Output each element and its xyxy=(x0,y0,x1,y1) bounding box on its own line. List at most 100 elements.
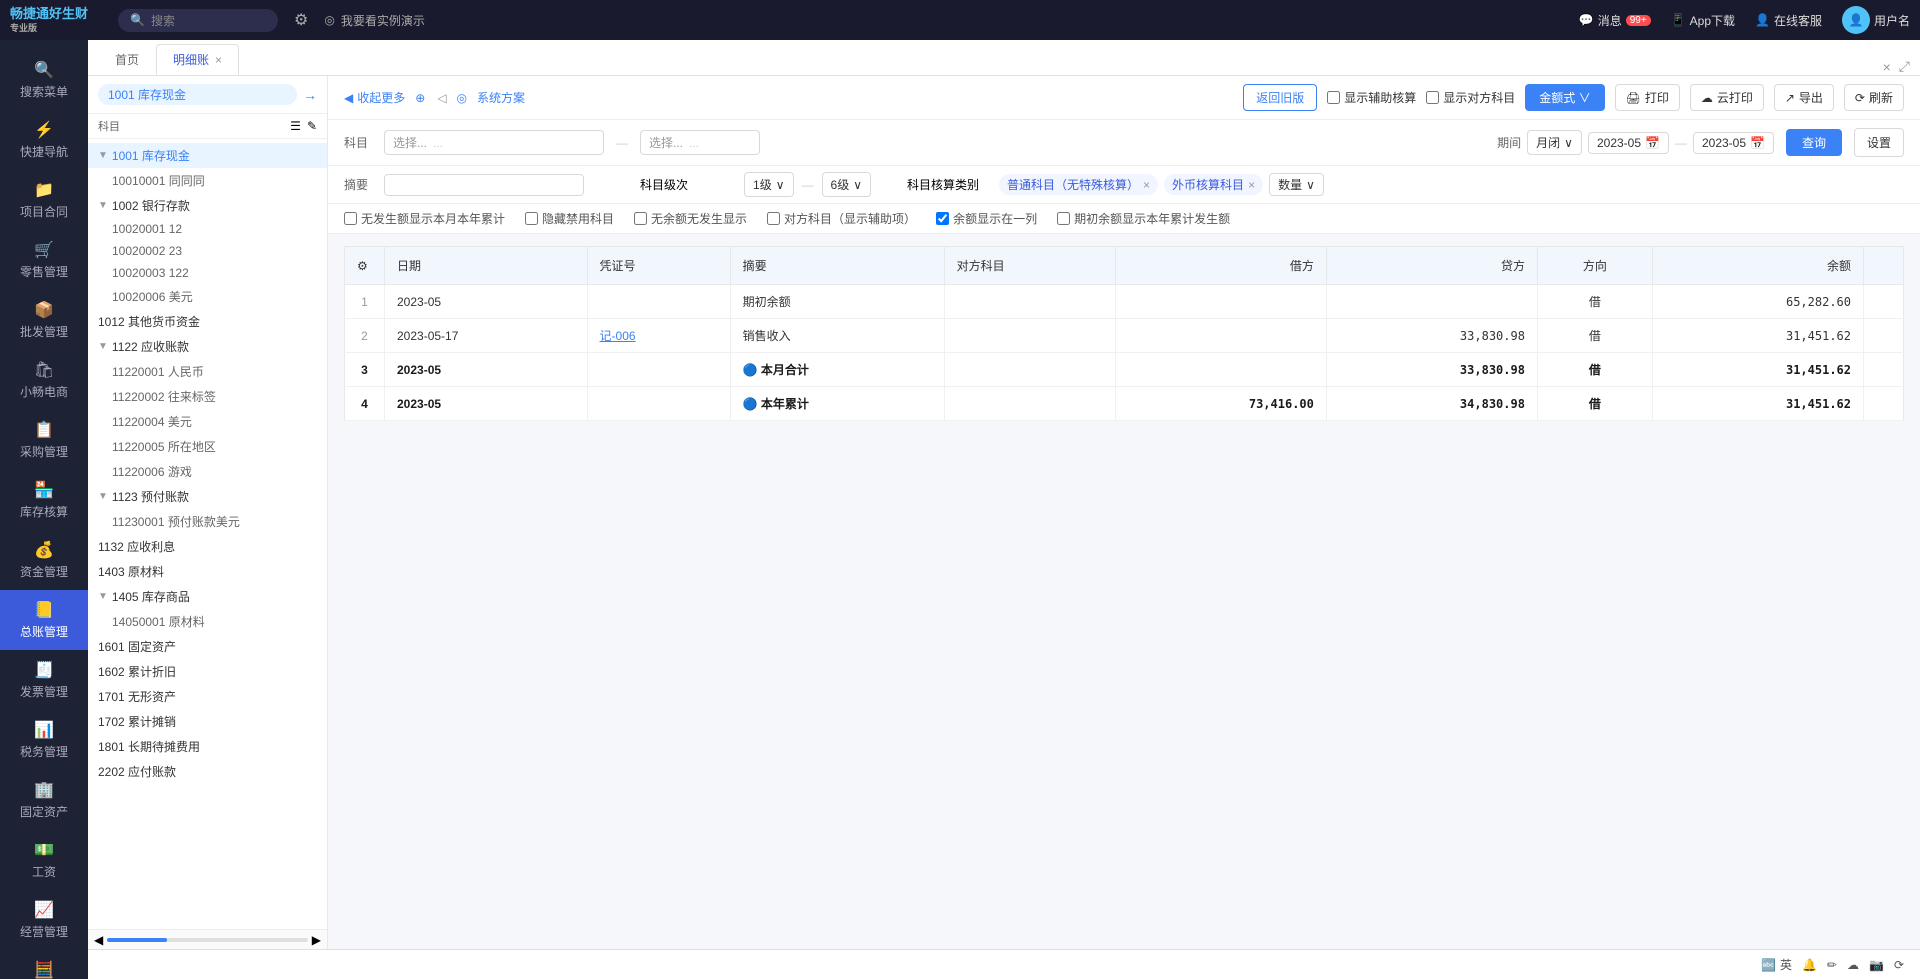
sidebar-item-invoice[interactable]: 🧾 发票管理 xyxy=(0,650,88,710)
tree-item-1012[interactable]: 1012 其他货币资金 xyxy=(88,309,327,334)
tree-item-1701[interactable]: 1701 无形资产 xyxy=(88,684,327,709)
back-btn[interactable]: 返回旧版 xyxy=(1243,84,1317,111)
tree-item-11220002[interactable]: 11220002 往来标签 xyxy=(88,384,327,409)
app-download-btn[interactable]: 📱 App下载 xyxy=(1671,12,1735,29)
tree-item-11220004[interactable]: 11220004 美元 xyxy=(88,409,327,434)
checkbox-show-year-begin[interactable]: 期初余额显示本年累计发生额 xyxy=(1057,210,1230,227)
sidebar-item-operations[interactable]: 📈 经营管理 xyxy=(0,890,88,950)
tag-foreign[interactable]: 外币核算科目 × xyxy=(1164,174,1263,195)
tab-close-btn[interactable]: × xyxy=(215,53,222,67)
checkbox-hide-disabled[interactable]: 隐藏禁用科目 xyxy=(525,210,614,227)
settings-icon[interactable]: ⚙ xyxy=(294,10,308,30)
tree-item-1601[interactable]: 1601 固定资产 xyxy=(88,634,327,659)
cloud-print-btn[interactable]: ☁ 云打印 xyxy=(1690,84,1764,111)
period-type-select[interactable]: 月闭 ∨ xyxy=(1527,130,1582,155)
refresh-btn[interactable]: ⟳ 刷新 xyxy=(1844,84,1904,111)
tree-item-10010001[interactable]: 10010001 同同同 xyxy=(88,168,327,193)
message-btn[interactable]: 💬 消息 99+ xyxy=(1579,12,1651,29)
tree-item-10020002[interactable]: 10020002 23 xyxy=(88,240,327,262)
top-search[interactable]: 🔍 搜索 xyxy=(118,9,278,32)
tree-edit-icon[interactable]: ✎ xyxy=(307,119,317,133)
bottom-camera-btn[interactable]: 📷 xyxy=(1869,958,1884,972)
sidebar-item-wholesale[interactable]: 📦 批发管理 xyxy=(0,290,88,350)
tree-item-1002[interactable]: ▼ 1002 银行存款 xyxy=(88,193,327,218)
tree-item-11230001[interactable]: 11230001 预付账款美元 xyxy=(88,509,327,534)
sidebar-item-tax[interactable]: 📊 税务管理 xyxy=(0,710,88,770)
tree-item-1132[interactable]: 1132 应收利息 xyxy=(88,534,327,559)
user-avatar[interactable]: 👤 用户名 xyxy=(1842,6,1910,34)
sidebar-item-project[interactable]: 📁 项目合同 xyxy=(0,170,88,230)
show-auxiliary-check[interactable]: 显示辅助核算 xyxy=(1327,89,1416,106)
subject-input[interactable]: 选择... ... xyxy=(384,130,604,155)
online-service-btn[interactable]: 👤 在线客服 xyxy=(1755,12,1822,29)
sidebar-item-ecommerce[interactable]: 🛍 小畅电商 xyxy=(0,350,88,410)
scroll-right-btn[interactable]: ▶ xyxy=(312,933,321,947)
account-arrow-btn[interactable]: → xyxy=(303,87,317,103)
summary-input[interactable] xyxy=(384,174,584,196)
tree-item-11220006[interactable]: 11220006 游戏 xyxy=(88,459,327,484)
bottom-lang-btn[interactable]: 🔤 英 xyxy=(1761,956,1792,973)
sidebar-item-finance[interactable]: 💰 资金管理 xyxy=(0,530,88,590)
bottom-edit-btn[interactable]: ✏ xyxy=(1827,958,1837,972)
checkbox-no-amount-show[interactable]: 无余额无发生显示 xyxy=(634,210,747,227)
window-expand-btn[interactable]: ⤢ xyxy=(1899,58,1910,75)
checkbox-no-balance[interactable]: 无发生额显示本月本年累计 xyxy=(344,210,505,227)
checkbox-no-amount-input[interactable] xyxy=(634,212,647,225)
amount-format-btn[interactable]: 金额式 ∨ xyxy=(1525,84,1604,111)
level-end-select[interactable]: 6级 ∨ xyxy=(822,172,871,197)
checkbox-hide-disabled-input[interactable] xyxy=(525,212,538,225)
tree-item-1122[interactable]: ▼ 1122 应收账款 xyxy=(88,334,327,359)
current-account-tag[interactable]: 1001 库存现金 xyxy=(98,84,297,105)
bottom-cloud-btn[interactable]: ☁ xyxy=(1847,958,1859,972)
tree-item-1702[interactable]: 1702 累计摊销 xyxy=(88,709,327,734)
bottom-notify-btn[interactable]: 🔔 xyxy=(1802,958,1817,972)
quantity-select[interactable]: 数量 ∨ xyxy=(1269,173,1324,196)
tree-item-10020001[interactable]: 10020001 12 xyxy=(88,218,327,240)
window-close-btn[interactable]: × xyxy=(1883,59,1891,75)
sidebar-item-inventory[interactable]: 🏪 库存核算 xyxy=(0,470,88,530)
tag-normal-remove[interactable]: × xyxy=(1143,178,1150,192)
period-end-input[interactable]: 2023-05 📅 xyxy=(1693,132,1774,154)
row-2-voucher[interactable]: 记-006 xyxy=(587,319,730,353)
checkbox-show-balance[interactable]: 余额显示在一列 xyxy=(936,210,1037,227)
checkbox-show-opposite[interactable]: 对方科目（显示辅助项） xyxy=(767,210,916,227)
sidebar-item-quick[interactable]: ⚡ 快捷导航 xyxy=(0,110,88,170)
triangle-icon[interactable]: ◁ xyxy=(437,91,446,105)
sidebar-item-marketing[interactable]: 🧮 小畅报销 xyxy=(0,950,88,979)
demo-link[interactable]: ◎ 我要看实例演示 xyxy=(324,12,425,29)
sidebar-item-retail[interactable]: 🛒 零售管理 xyxy=(0,230,88,290)
scroll-left-btn[interactable]: ◀ xyxy=(94,933,103,947)
query-btn[interactable]: 查询 xyxy=(1786,129,1842,156)
tab-detail[interactable]: 明细账 × xyxy=(156,44,239,75)
tree-item-10020006[interactable]: 10020006 美元 xyxy=(88,284,327,309)
system-filter-label[interactable]: 系统方案 xyxy=(477,89,525,106)
tag-normal[interactable]: 普通科目（无特殊核算） × xyxy=(999,174,1158,195)
voucher-link[interactable]: 记-006 xyxy=(600,329,636,343)
tree-item-1405[interactable]: ▼ 1405 库存商品 xyxy=(88,584,327,609)
period-start-input[interactable]: 2023-05 📅 xyxy=(1588,132,1669,154)
show-auxiliary-input[interactable] xyxy=(1327,91,1340,104)
checkbox-show-year-begin-input[interactable] xyxy=(1057,212,1070,225)
print-btn[interactable]: 🖨 打印 xyxy=(1615,84,1680,111)
bottom-refresh-btn[interactable]: ⟳ xyxy=(1894,958,1904,972)
filter-icon[interactable]: ⊕ xyxy=(415,91,425,105)
collapse-btn[interactable]: ◀ 收起更多 xyxy=(344,89,405,106)
sidebar-item-assets[interactable]: 🏢 固定资产 xyxy=(0,770,88,830)
tree-item-11220005[interactable]: 11220005 所在地区 xyxy=(88,434,327,459)
tag-foreign-remove[interactable]: × xyxy=(1248,178,1255,192)
sidebar-item-general[interactable]: 📒 总账管理 xyxy=(0,590,88,650)
th-settings[interactable]: ⚙ xyxy=(345,247,385,285)
show-opposite-check[interactable]: 显示对方科目 xyxy=(1426,89,1515,106)
sidebar-item-search[interactable]: 🔍 搜索菜单 xyxy=(0,50,88,110)
tree-item-2202[interactable]: 2202 应付账款 xyxy=(88,759,327,784)
level-start-select[interactable]: 1级 ∨ xyxy=(744,172,793,197)
tree-item-1801[interactable]: 1801 长期待摊费用 xyxy=(88,734,327,759)
export-btn[interactable]: ↗ 导出 xyxy=(1774,84,1834,111)
sidebar-item-purchase[interactable]: 📋 采购管理 xyxy=(0,410,88,470)
checkbox-no-balance-input[interactable] xyxy=(344,212,357,225)
tree-item-10020003[interactable]: 10020003 122 xyxy=(88,262,327,284)
tree-item-1602[interactable]: 1602 累计折旧 xyxy=(88,659,327,684)
tree-item-14050001[interactable]: 14050001 原材料 xyxy=(88,609,327,634)
tree-item-11220001[interactable]: 11220001 人民币 xyxy=(88,359,327,384)
show-opposite-input[interactable] xyxy=(1426,91,1439,104)
